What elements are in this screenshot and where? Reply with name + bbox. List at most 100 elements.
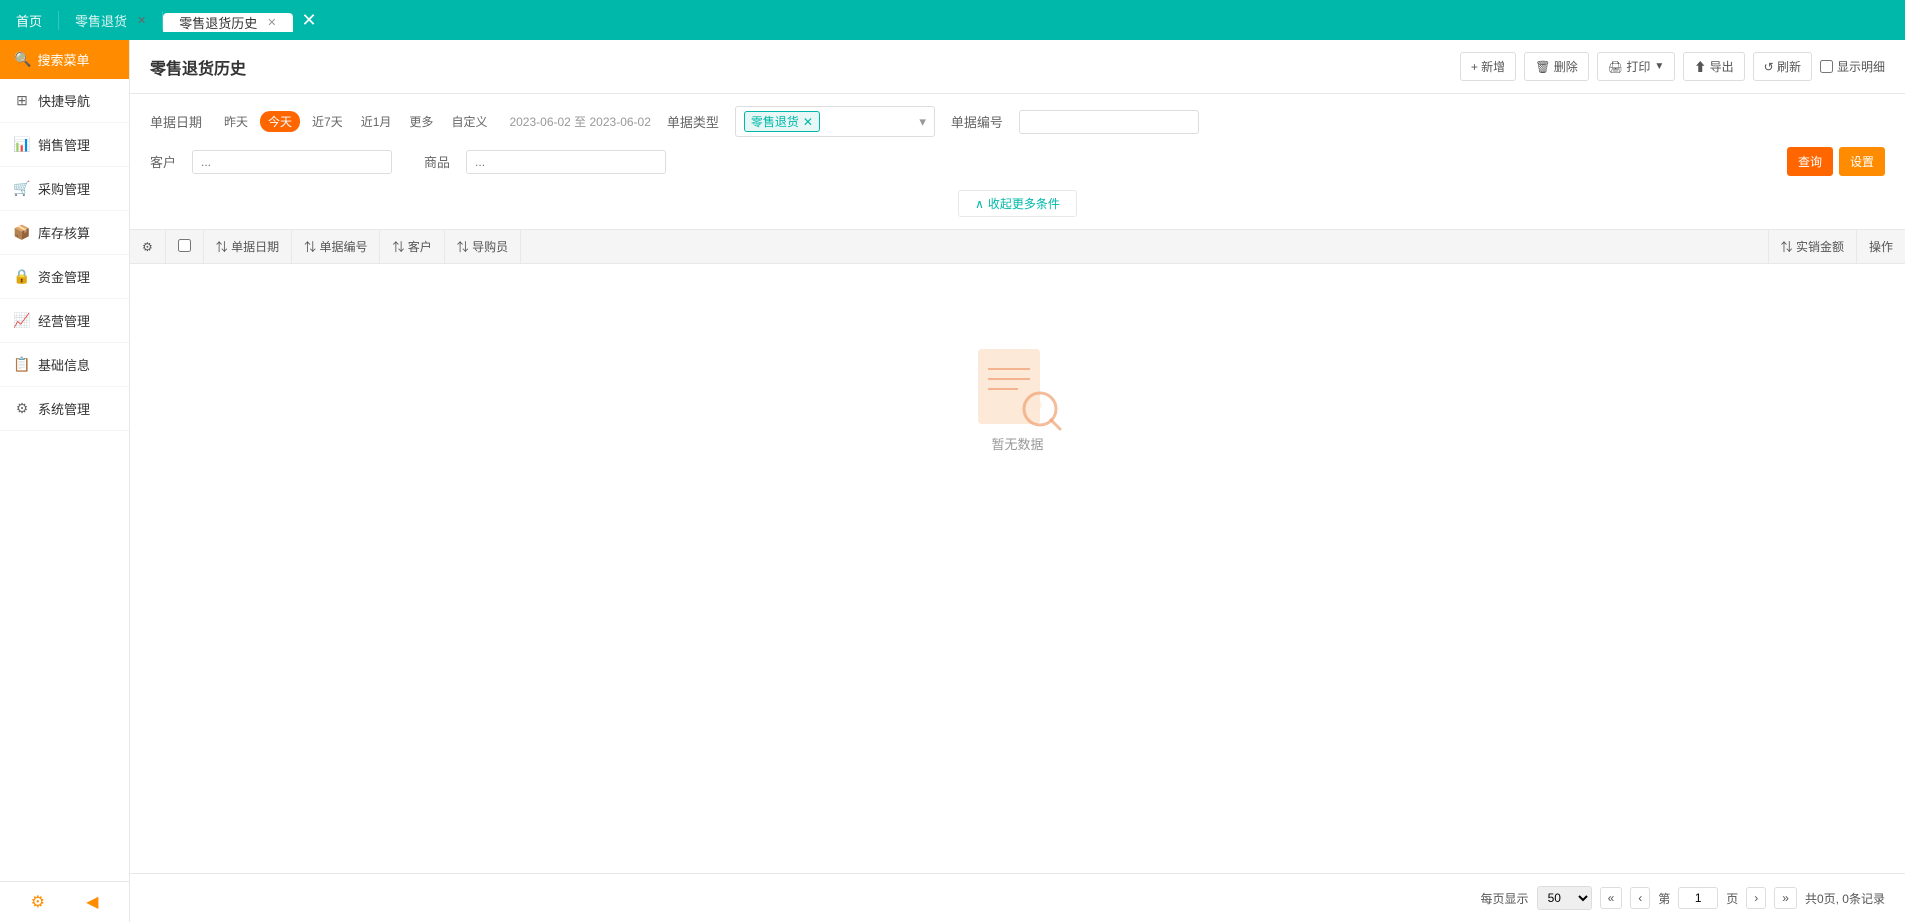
- sidebar-item-sales-mgmt-label: 销售管理: [38, 135, 90, 154]
- settings-bottom-icon[interactable]: ⚙: [31, 892, 45, 912]
- doc-no-label: 单据编号: [951, 112, 1003, 131]
- tab-retail-return-close[interactable]: ✕: [137, 14, 146, 27]
- content-area: 零售退货历史 + 新增 🗑 删除 🖨 打印 ▼ ⬆ 导出 ↺ 刷新: [130, 40, 1905, 922]
- sidebar-item-quick-nav-label: 快捷导航: [38, 91, 90, 110]
- top-bar: 首页 零售退货 ✕ 零售退货历史 ✕ ✕: [0, 0, 1905, 40]
- export-button[interactable]: ⬆ 导出: [1683, 52, 1744, 81]
- system-mgmt-icon: ⚙: [14, 401, 30, 417]
- doc-type-tag: 零售退货 ✕: [744, 111, 820, 132]
- no-data-illustration: [968, 344, 1068, 434]
- sidebar-item-finance[interactable]: 🔒 资金管理: [0, 255, 129, 299]
- show-detail-checkbox[interactable]: [1820, 60, 1833, 73]
- tab-retail-return-label: 零售退货: [75, 11, 127, 30]
- tab-retail-return-history-label: 零售退货历史: [179, 13, 257, 32]
- page-size-label: 每页显示: [1481, 890, 1529, 907]
- inventory-icon: 📦: [14, 225, 30, 241]
- th-action: 操作: [1856, 230, 1905, 264]
- th-doc-date[interactable]: ⇅ 单据日期: [203, 230, 291, 264]
- date-btn-today[interactable]: 今天: [260, 111, 300, 132]
- quick-nav-icon: ⊞: [14, 93, 30, 109]
- toolbar: + 新增 🗑 删除 🖨 打印 ▼ ⬆ 导出 ↺ 刷新 显示明细: [1460, 52, 1885, 93]
- settings-icon[interactable]: ⚙: [142, 240, 153, 254]
- filter-row-2: 客户 商品 查询 设置: [150, 147, 1885, 176]
- date-range-display: 2023-06-02 至 2023-06-02: [509, 113, 650, 130]
- tab-retail-return[interactable]: 零售退货 ✕: [59, 11, 163, 30]
- sidebar-item-quick-nav[interactable]: ⊞ 快捷导航: [0, 79, 129, 123]
- goods-input[interactable]: [466, 150, 666, 174]
- main-layout: 🔍 搜索菜单 ⊞ 快捷导航 📊 销售管理 🛒 采购管理 📦 库存核算 🔒: [0, 40, 1905, 922]
- empty-state-cell: 暂无数据: [130, 264, 1905, 534]
- tab-retail-return-history-close[interactable]: ✕: [267, 16, 276, 29]
- print-button[interactable]: 🖨 打印 ▼: [1597, 52, 1675, 81]
- page-input[interactable]: [1678, 887, 1718, 909]
- basic-info-icon: 📋: [14, 357, 30, 373]
- operations-icon: 📈: [14, 313, 30, 329]
- doc-type-select[interactable]: 零售退货 ✕ ▾: [735, 106, 935, 137]
- sidebar-item-operations-label: 经营管理: [38, 311, 90, 330]
- date-btn-yesterday[interactable]: 昨天: [218, 111, 254, 132]
- page-label: 第: [1658, 890, 1670, 907]
- delete-button-label: 🗑 删除: [1535, 58, 1578, 75]
- th-guide[interactable]: ⇅ 导购员: [444, 230, 520, 264]
- th-doc-date-label: ⇅ 单据日期: [216, 240, 279, 254]
- prev-page-button[interactable]: ‹: [1630, 887, 1650, 909]
- next-page-button[interactable]: ›: [1746, 887, 1766, 909]
- doc-type-label: 单据类型: [667, 112, 719, 131]
- delete-button[interactable]: 🗑 删除: [1524, 52, 1589, 81]
- sidebar-item-inventory[interactable]: 📦 库存核算: [0, 211, 129, 255]
- settings-filter-button[interactable]: 设置: [1839, 147, 1885, 176]
- sidebar-item-inventory-label: 库存核算: [38, 223, 90, 242]
- query-button[interactable]: 查询: [1787, 147, 1833, 176]
- sidebar-item-system-mgmt[interactable]: ⚙ 系统管理: [0, 387, 129, 431]
- collapse-row: ∧ 收起更多条件: [150, 186, 1885, 217]
- th-checkbox: [165, 230, 203, 264]
- th-guide-label: ⇅ 导购员: [457, 240, 508, 254]
- tab-home[interactable]: 首页: [0, 11, 59, 30]
- sidebar-item-basic-info[interactable]: 📋 基础信息: [0, 343, 129, 387]
- sidebar-item-system-mgmt-label: 系统管理: [38, 399, 90, 418]
- th-amount-label: ⇅ 实销金额: [1781, 240, 1844, 254]
- query-button-label: 查询: [1798, 153, 1822, 170]
- goods-label: 商品: [424, 152, 450, 171]
- date-btn-7days[interactable]: 近7天: [306, 111, 349, 132]
- last-page-button[interactable]: »: [1774, 887, 1797, 909]
- sidebar-item-sales-mgmt[interactable]: 📊 销售管理: [0, 123, 129, 167]
- sidebar-nav: ⊞ 快捷导航 📊 销售管理 🛒 采购管理 📦 库存核算 🔒 资金管理 📈: [0, 79, 129, 881]
- th-doc-no[interactable]: ⇅ 单据编号: [292, 230, 380, 264]
- th-customer[interactable]: ⇅ 客户: [380, 230, 444, 264]
- collapse-filter-button[interactable]: ∧ 收起更多条件: [958, 190, 1077, 217]
- th-amount[interactable]: ⇅ 实销金额: [1768, 230, 1856, 264]
- search-menu-button[interactable]: 🔍 搜索菜单: [0, 40, 129, 79]
- show-detail-toggle[interactable]: 显示明细: [1820, 58, 1885, 75]
- tab-home-label: 首页: [16, 11, 42, 30]
- tabs-wrapper: 首页 零售退货 ✕ 零售退货历史 ✕: [0, 0, 293, 40]
- customer-input[interactable]: [192, 150, 392, 174]
- first-page-button[interactable]: «: [1600, 887, 1623, 909]
- sidebar-item-finance-label: 资金管理: [38, 267, 90, 286]
- date-btn-1month[interactable]: 近1月: [355, 111, 398, 132]
- date-btn-more[interactable]: 更多: [403, 111, 439, 132]
- doc-type-tag-close[interactable]: ✕: [803, 115, 813, 129]
- sidebar-item-purchase-mgmt[interactable]: 🛒 采购管理: [0, 167, 129, 211]
- refresh-button-label: ↺ 刷新: [1764, 58, 1801, 75]
- print-dropdown-icon[interactable]: ▼: [1654, 61, 1664, 72]
- page-unit: 页: [1726, 890, 1738, 907]
- page-size-select[interactable]: 50 10 20 100: [1537, 886, 1592, 910]
- tab-retail-return-history[interactable]: 零售退货历史 ✕: [163, 13, 293, 32]
- doc-no-input[interactable]: [1019, 110, 1199, 134]
- window-close-button[interactable]: ✕: [293, 10, 324, 31]
- collapse-sidebar-icon[interactable]: ◀: [86, 892, 98, 912]
- empty-state-row: 暂无数据: [130, 264, 1905, 534]
- new-button[interactable]: + 新增: [1460, 52, 1516, 81]
- settings-filter-button-label: 设置: [1850, 153, 1874, 170]
- empty-state: 暂无数据: [130, 264, 1905, 533]
- refresh-button[interactable]: ↺ 刷新: [1753, 52, 1812, 81]
- sidebar-bottom: ⚙ ◀: [0, 881, 129, 922]
- sidebar-item-operations[interactable]: 📈 经营管理: [0, 299, 129, 343]
- date-btn-custom[interactable]: 自定义: [445, 111, 493, 132]
- page-header: 零售退货历史 + 新增 🗑 删除 🖨 打印 ▼ ⬆ 导出 ↺ 刷新: [130, 40, 1905, 94]
- select-all-checkbox[interactable]: [178, 239, 191, 252]
- sidebar-item-purchase-mgmt-label: 采购管理: [38, 179, 90, 198]
- date-filter-buttons: 昨天 今天 近7天 近1月 更多 自定义: [218, 111, 493, 132]
- collapse-label: 收起更多条件: [988, 195, 1060, 212]
